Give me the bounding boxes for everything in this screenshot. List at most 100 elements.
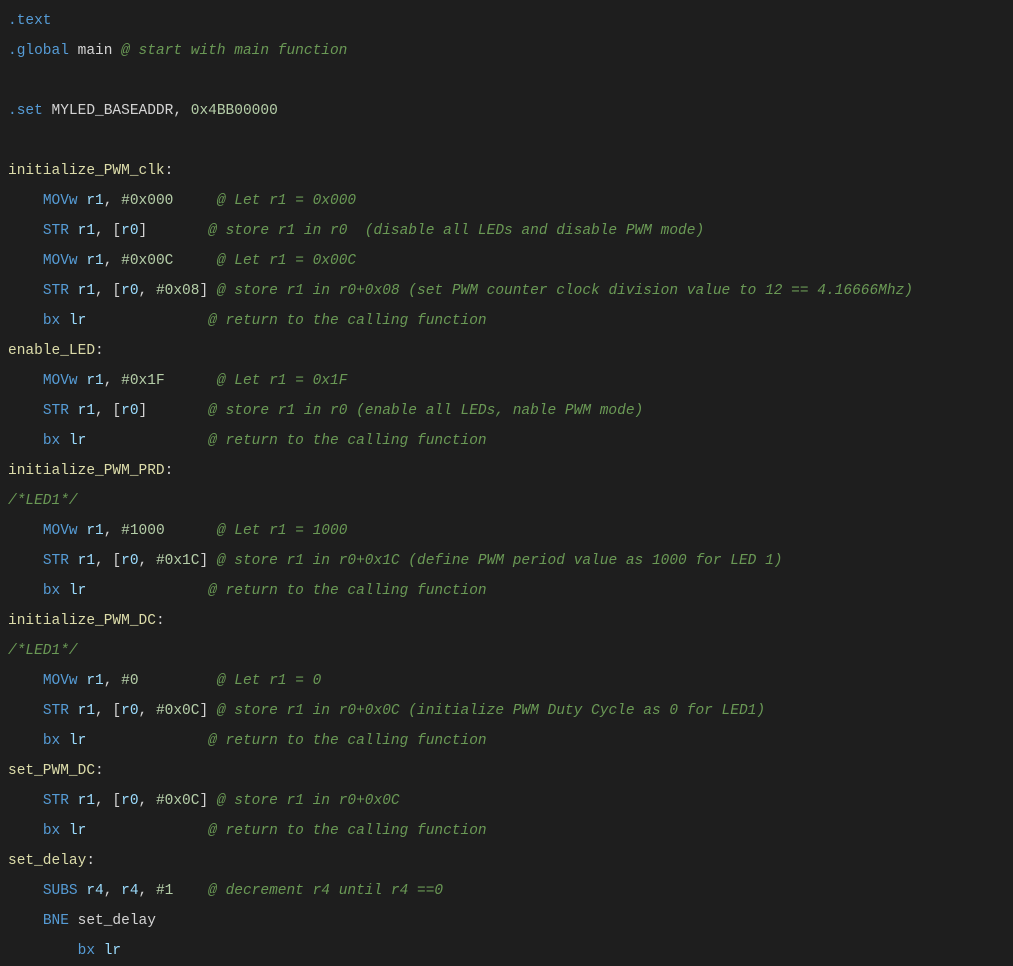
code-token: #0x1F (121, 373, 165, 389)
code-token: r0 (121, 223, 138, 239)
code-token: r1 (86, 253, 103, 269)
code-token: bx (43, 733, 60, 749)
code-token: r1 (86, 373, 103, 389)
code-line: SUBS r4, r4, #1 @ decrement r4 until r4 … (8, 883, 443, 899)
code-block: .text .global main @ start with main fun… (0, 0, 1013, 966)
code-token: BNE (43, 913, 69, 929)
code-token (8, 883, 43, 899)
code-token (173, 253, 217, 269)
code-token: , (104, 193, 121, 209)
code-line: set_delay: (8, 853, 95, 869)
code-token: @ store r1 in r0+0x0C (217, 793, 400, 809)
code-token: : (165, 463, 174, 479)
code-token: #0x0C (156, 703, 200, 719)
code-line: MOVw r1, #0x00C @ Let r1 = 0x00C (8, 253, 356, 269)
code-token (69, 403, 78, 419)
code-token: bx (78, 943, 95, 959)
code-token (86, 823, 208, 839)
code-token (8, 283, 43, 299)
code-token: set_PWM_DC (8, 763, 95, 779)
code-token: 0x4BB00000 (191, 103, 278, 119)
code-token: r4 (86, 883, 103, 899)
code-token: bx (43, 433, 60, 449)
code-token (173, 193, 217, 209)
code-token: @ return to the calling function (208, 433, 486, 449)
code-token: STR (43, 283, 69, 299)
code-token (8, 733, 43, 749)
code-token: bx (43, 823, 60, 839)
code-token (173, 883, 208, 899)
code-line: .set MYLED_BASEADDR, 0x4BB00000 (8, 103, 278, 119)
code-token: r0 (121, 793, 138, 809)
code-token (69, 283, 78, 299)
code-token: enable_LED (8, 343, 95, 359)
code-token (8, 943, 78, 959)
code-token: lr (69, 433, 86, 449)
code-line: /*LED1*/ (8, 643, 78, 659)
code-line (8, 133, 17, 149)
code-token (8, 583, 43, 599)
code-token: bx (43, 583, 60, 599)
code-token (60, 433, 69, 449)
code-line: MOVw r1, #0 @ Let r1 = 0 (8, 673, 321, 689)
code-token: #0x0C (156, 793, 200, 809)
code-token: .text (8, 13, 52, 29)
code-token: MOVw (43, 673, 78, 689)
code-line: MOVw r1, #1000 @ Let r1 = 1000 (8, 523, 347, 539)
code-token: ] (139, 403, 148, 419)
code-line: STR r1, [r0, #0x0C] @ store r1 in r0+0x0… (8, 793, 400, 809)
code-token: /*LED1*/ (8, 643, 78, 659)
code-token: : (156, 613, 165, 629)
code-token (165, 373, 217, 389)
code-token: @ store r1 in r0 (enable all LEDs, nable… (208, 403, 643, 419)
code-line (8, 73, 17, 89)
code-token: : (95, 343, 104, 359)
code-line: initialize_PWM_PRD: (8, 463, 173, 479)
code-token: @ Let r1 = 0x000 (217, 193, 356, 209)
code-line: bx lr (8, 943, 121, 959)
code-token: @ store r1 in r0 (disable all LEDs and d… (208, 223, 704, 239)
code-line: MOVw r1, #0x000 @ Let r1 = 0x000 (8, 193, 356, 209)
code-token: , (139, 703, 156, 719)
code-line: MOVw r1, #0x1F @ Let r1 = 0x1F (8, 373, 347, 389)
code-line: STR r1, [r0] @ store r1 in r0 (enable al… (8, 403, 643, 419)
code-line: bx lr @ return to the calling function (8, 733, 487, 749)
code-token: r1 (78, 403, 95, 419)
code-token: lr (69, 823, 86, 839)
code-line: bx lr @ return to the calling function (8, 433, 487, 449)
code-token (69, 793, 78, 809)
code-token: @ return to the calling function (208, 313, 486, 329)
code-token: MOVw (43, 193, 78, 209)
code-token (69, 43, 78, 59)
code-token: r1 (78, 283, 95, 299)
code-token (8, 373, 43, 389)
code-token: r0 (121, 283, 138, 299)
code-token: STR (43, 553, 69, 569)
code-token: r1 (86, 523, 103, 539)
code-token: , (173, 103, 190, 119)
code-token: #0x000 (121, 193, 173, 209)
code-token: r1 (78, 553, 95, 569)
code-token: /*LED1*/ (8, 493, 78, 509)
code-token: @ Let r1 = 1000 (217, 523, 348, 539)
code-token: , [ (95, 703, 121, 719)
code-token (165, 523, 217, 539)
code-token: ] (199, 283, 208, 299)
code-token: @ return to the calling function (208, 823, 486, 839)
code-token: lr (69, 583, 86, 599)
code-token (69, 223, 78, 239)
code-token: #0x08 (156, 283, 200, 299)
code-token: , (104, 253, 121, 269)
code-token (8, 793, 43, 809)
code-token: STR (43, 403, 69, 419)
code-line: STR r1, [r0, #0x0C] @ store r1 in r0+0x0… (8, 703, 765, 719)
code-token: MOVw (43, 373, 78, 389)
code-token: lr (69, 733, 86, 749)
code-token: ] (139, 223, 148, 239)
code-line: /*LED1*/ (8, 493, 78, 509)
code-token (8, 913, 43, 929)
code-token (69, 913, 78, 929)
code-line: .global main @ start with main function (8, 43, 347, 59)
code-token: STR (43, 223, 69, 239)
code-token: @ store r1 in r0+0x1C (define PWM period… (217, 553, 783, 569)
